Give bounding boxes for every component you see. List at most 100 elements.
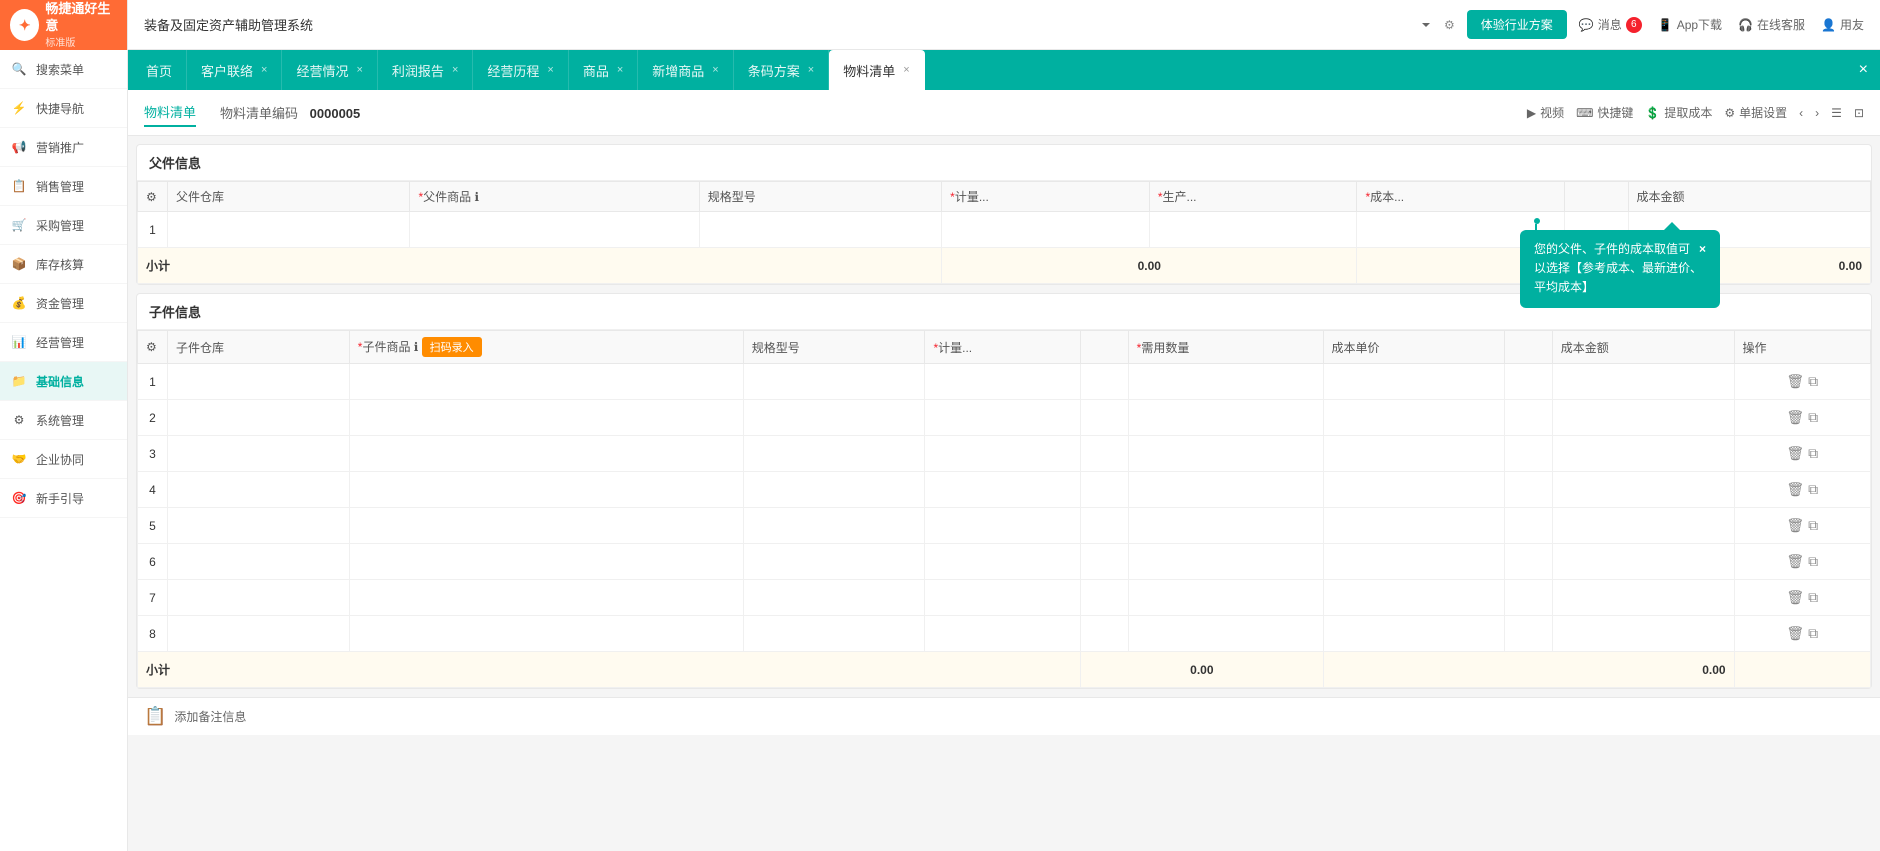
nav-prev-icon[interactable]: ‹	[1799, 106, 1803, 120]
scan-button[interactable]: 扫码录入	[422, 337, 482, 357]
child-unit-cell[interactable]	[925, 364, 1081, 400]
child-qty-cell[interactable]	[1128, 616, 1323, 652]
sidebar-item-新手引导[interactable]: 🎯新手引导	[0, 479, 127, 518]
delete-icon[interactable]: 🗑	[1786, 409, 1804, 426]
sidebar-item-经营管理[interactable]: 📊经营管理	[0, 323, 127, 362]
copy-icon[interactable]: ⧉	[1808, 373, 1818, 390]
cost-action[interactable]: 💲 提取成本	[1645, 104, 1712, 121]
sidebar-item-库存核算[interactable]: 📦库存核算	[0, 245, 127, 284]
child-unit-cost-cell[interactable]	[1323, 436, 1505, 472]
delete-icon[interactable]: 🗑	[1786, 445, 1804, 462]
child-product-cell[interactable]	[349, 544, 743, 580]
child-spec-cell[interactable]	[743, 580, 925, 616]
child-product-cell[interactable]	[349, 616, 743, 652]
child-spec-cell[interactable]	[743, 400, 925, 436]
child-unit-cost-cell[interactable]	[1323, 544, 1505, 580]
child-unit-cost-cell[interactable]	[1323, 472, 1505, 508]
child-qty-cell[interactable]	[1128, 544, 1323, 580]
child-spec-cell[interactable]	[743, 508, 925, 544]
nav-tab-新增商品[interactable]: 新增商品×	[638, 50, 733, 90]
child-unit-cost-cell[interactable]	[1323, 508, 1505, 544]
copy-icon[interactable]: ⧉	[1808, 517, 1818, 534]
child-unit-cost-cell[interactable]	[1323, 364, 1505, 400]
child-product-cell[interactable]	[349, 400, 743, 436]
parent-unit-cell[interactable]	[942, 212, 1150, 248]
child-unit-cell[interactable]	[925, 616, 1081, 652]
topbar-settings-icon[interactable]: ⚙	[1444, 18, 1455, 32]
video-action[interactable]: ▶ 视频	[1527, 104, 1564, 121]
nav-tab-商品[interactable]: 商品×	[569, 50, 638, 90]
child-product-cell[interactable]	[349, 508, 743, 544]
child-warehouse-cell[interactable]	[168, 364, 350, 400]
child-unit-cell[interactable]	[925, 508, 1081, 544]
trial-button[interactable]: 体验行业方案	[1467, 10, 1567, 39]
child-col-settings[interactable]: ⚙	[138, 331, 168, 364]
nav-next-icon[interactable]: ›	[1815, 106, 1819, 120]
child-spec-cell[interactable]	[743, 436, 925, 472]
tab-close-icon[interactable]: ×	[547, 64, 553, 76]
expand-icon[interactable]: ⊡	[1854, 106, 1864, 120]
nav-tab-利润报告[interactable]: 利润报告×	[378, 50, 473, 90]
hotkey-action[interactable]: ⌨ 快捷键	[1576, 104, 1633, 121]
child-product-cell[interactable]	[349, 364, 743, 400]
nav-close-button[interactable]: ×	[1851, 61, 1876, 79]
setting-action[interactable]: ⚙ 单据设置	[1724, 104, 1787, 121]
nav-tab-条码方案[interactable]: 条码方案×	[734, 50, 829, 90]
tab-close-icon[interactable]: ×	[452, 64, 458, 76]
delete-icon[interactable]: 🗑	[1786, 373, 1804, 390]
parent-warehouse-cell[interactable]	[168, 212, 410, 248]
child-qty-cell[interactable]	[1128, 436, 1323, 472]
copy-icon[interactable]: ⧉	[1808, 625, 1818, 642]
tab-close-icon[interactable]: ×	[261, 64, 267, 76]
child-unit-cost-cell[interactable]	[1323, 400, 1505, 436]
parent-product-cell[interactable]	[410, 212, 699, 248]
delete-icon[interactable]: 🗑	[1786, 553, 1804, 570]
tab-close-icon[interactable]: ×	[712, 64, 718, 76]
child-warehouse-cell[interactable]	[168, 580, 350, 616]
child-spec-cell[interactable]	[743, 616, 925, 652]
user-action[interactable]: 👤 用友	[1821, 16, 1864, 33]
child-unit-cell[interactable]	[925, 472, 1081, 508]
child-qty-cell[interactable]	[1128, 580, 1323, 616]
delete-icon[interactable]: 🗑	[1786, 481, 1804, 498]
sidebar-item-采购管理[interactable]: 🛒采购管理	[0, 206, 127, 245]
sidebar-item-系统管理[interactable]: ⚙系统管理	[0, 401, 127, 440]
child-spec-cell[interactable]	[743, 544, 925, 580]
child-unit-cost-cell[interactable]	[1323, 616, 1505, 652]
parent-col-settings[interactable]: ⚙	[138, 182, 168, 212]
nav-tab-客户联络[interactable]: 客户联络×	[187, 50, 282, 90]
child-warehouse-cell[interactable]	[168, 616, 350, 652]
nav-tab-经营历程[interactable]: 经营历程×	[473, 50, 568, 90]
child-qty-cell[interactable]	[1128, 472, 1323, 508]
nav-tab-物料清单[interactable]: 物料清单×	[829, 50, 924, 90]
sidebar-item-基础信息[interactable]: 📁基础信息	[0, 362, 127, 401]
delete-icon[interactable]: 🗑	[1786, 517, 1804, 534]
copy-icon[interactable]: ⧉	[1808, 409, 1818, 426]
delete-icon[interactable]: 🗑	[1786, 625, 1804, 642]
child-product-cell[interactable]	[349, 436, 743, 472]
parent-produce-cell[interactable]	[1149, 212, 1357, 248]
child-spec-cell[interactable]	[743, 364, 925, 400]
sidebar-item-快捷导航[interactable]: ⚡快捷导航	[0, 89, 127, 128]
child-qty-cell[interactable]	[1128, 400, 1323, 436]
copy-icon[interactable]: ⧉	[1808, 553, 1818, 570]
child-product-cell[interactable]	[349, 472, 743, 508]
child-unit-cell[interactable]	[925, 544, 1081, 580]
child-qty-cell[interactable]	[1128, 364, 1323, 400]
parent-spec-cell[interactable]	[699, 212, 941, 248]
child-unit-cell[interactable]	[925, 400, 1081, 436]
child-spec-cell[interactable]	[743, 472, 925, 508]
child-product-cell[interactable]	[349, 580, 743, 616]
messages-action[interactable]: 💬 消息 6	[1579, 16, 1642, 33]
sidebar-item-营销推广[interactable]: 📢营销推广	[0, 128, 127, 167]
copy-icon[interactable]: ⧉	[1808, 589, 1818, 606]
copy-icon[interactable]: ⧉	[1808, 445, 1818, 462]
delete-icon[interactable]: 🗑	[1786, 589, 1804, 606]
child-unit-cell[interactable]	[925, 580, 1081, 616]
copy-icon[interactable]: ⧉	[1808, 481, 1818, 498]
menu-icon[interactable]: ☰	[1831, 106, 1842, 120]
topbar-dropdown[interactable]	[1420, 19, 1432, 31]
child-warehouse-cell[interactable]	[168, 436, 350, 472]
child-qty-cell[interactable]	[1128, 508, 1323, 544]
child-warehouse-cell[interactable]	[168, 544, 350, 580]
